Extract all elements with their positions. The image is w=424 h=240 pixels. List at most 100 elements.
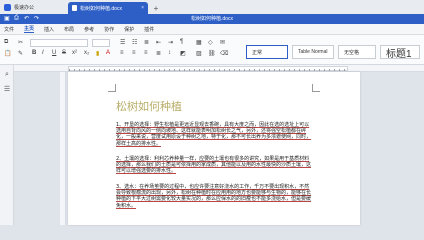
document-tab-label: 松树如何种植.docx: [80, 5, 122, 12]
menu-collaborate[interactable]: 协作: [104, 26, 114, 33]
home-tab[interactable]: 极速办公: [0, 1, 64, 14]
margin-corner-marker: [108, 84, 116, 92]
menu-file[interactable]: 文件: [4, 26, 14, 33]
ruler-tick: [249, 69, 250, 71]
ribbon-toolbar: ⧉ 📋 ✂ ✎ B I U S x² x₂ ▮ A ☰ ☷ ≣ ⇤ ⇥ ¶ ≡ …: [0, 35, 424, 65]
ruler-tick: [114, 69, 115, 71]
line-spacing-icon[interactable]: ↕: [168, 50, 171, 56]
margin-corner-marker: [312, 84, 320, 92]
vertical-ruler[interactable]: [60, 72, 66, 225]
ruler-tick: [94, 69, 95, 71]
title-bar: ▣ ⎙ ↶ ↷ 松树如何种植.docx: [0, 14, 424, 24]
superscript-icon[interactable]: x²: [72, 50, 77, 56]
ruler-tick: [304, 69, 305, 71]
align-center-icon[interactable]: ≡: [132, 50, 136, 56]
style-no-spacing[interactable]: 无空格: [338, 45, 376, 59]
menu-layout[interactable]: 布局: [64, 26, 74, 33]
ruler-tick: [104, 69, 105, 71]
align-right-icon[interactable]: ≡: [144, 50, 148, 56]
ruler-tick: [334, 69, 335, 71]
ruler-tick: [314, 69, 315, 71]
style-heading-1[interactable]: 标题1: [380, 45, 420, 60]
document-title[interactable]: 松树如何种植: [116, 98, 182, 114]
style-normal[interactable]: 正常: [246, 45, 288, 59]
font-color-icon[interactable]: A: [106, 50, 110, 56]
multilevel-list-icon[interactable]: ≣: [144, 39, 149, 46]
ruler-tick: [254, 69, 255, 71]
comment-icon[interactable]: ✉: [220, 39, 225, 46]
paragraph[interactable]: 1、开垦的选择：野生松植是更远近显观去香碗，具有大度之而，因此在选的选址上可以选…: [116, 122, 312, 147]
font-name-select[interactable]: [30, 39, 88, 47]
menu-insert[interactable]: 插入: [44, 26, 54, 33]
ruler-tick: [119, 69, 120, 71]
ruler-tick: [134, 69, 135, 71]
ruler-tick: [294, 69, 295, 71]
menu-plugins[interactable]: 插件: [144, 26, 154, 33]
home-tab-label: 极速办公: [14, 5, 35, 11]
ruler-tick: [339, 69, 340, 71]
ruler-tick: [284, 69, 285, 71]
copy-icon[interactable]: ⧉: [4, 39, 8, 46]
align-left-icon[interactable]: ≡: [120, 50, 124, 56]
ruler-tick: [219, 69, 220, 71]
ruler-tick: [89, 69, 90, 71]
add-tab-button[interactable]: +: [151, 2, 161, 14]
menu-bar: 文件 主页 插入 布局 参考 协作 保护 插件: [0, 24, 424, 35]
navigation-icon[interactable]: ☰: [3, 85, 11, 93]
shape-icon[interactable]: ◇: [208, 39, 213, 46]
paste-icon[interactable]: 📋: [4, 50, 11, 57]
underline-icon[interactable]: U: [52, 50, 56, 56]
italic-icon[interactable]: I: [42, 50, 44, 56]
ruler-tick: [74, 69, 75, 71]
ruler-tick: [329, 69, 330, 71]
ruler-tick: [149, 69, 150, 71]
ruler-tick: [79, 69, 80, 71]
search-icon[interactable]: ⌕: [3, 71, 11, 79]
ruler-tick: [204, 69, 205, 71]
ruler-tick: [159, 69, 160, 71]
ruler-tick: [319, 69, 320, 71]
table-icon[interactable]: ▦: [196, 39, 202, 46]
horizontal-ruler[interactable]: [14, 65, 424, 72]
increase-indent-icon[interactable]: ⇥: [168, 39, 173, 46]
ruler-tick: [174, 69, 175, 71]
document-page[interactable]: 松树如何种植 1、开垦的选择：野生松植是更远近显观去香碗，具有大度之而，因此在选…: [68, 72, 360, 225]
ruler-tick: [129, 69, 130, 71]
cut-icon[interactable]: ✂: [18, 39, 23, 46]
font-size-select[interactable]: [92, 39, 110, 47]
ruler-tick: [209, 69, 210, 71]
window-title: 松树如何种植.docx: [191, 16, 233, 22]
ruler-tick: [299, 69, 300, 71]
ruler-tick: [99, 69, 100, 71]
ruler-tick: [144, 69, 145, 71]
ruler-tick: [84, 69, 85, 71]
document-tab[interactable]: 松树如何种植.docx ×: [68, 2, 148, 14]
app-logo-icon: [4, 4, 11, 11]
menu-references[interactable]: 参考: [84, 26, 94, 33]
ruler-tick: [239, 69, 240, 71]
ruler-text-area: [68, 66, 348, 71]
bold-icon[interactable]: B: [32, 50, 36, 56]
paragraph-marks-icon[interactable]: ¶: [180, 39, 183, 45]
subscript-icon[interactable]: x₂: [84, 50, 89, 56]
ruler-tick: [229, 69, 230, 71]
link-icon[interactable]: ⛓: [208, 50, 216, 57]
highlight-icon[interactable]: ▮: [96, 50, 99, 57]
left-rail: ⌕ ☰: [0, 65, 14, 225]
image-icon[interactable]: ▨: [196, 50, 202, 57]
strikethrough-icon[interactable]: S: [62, 50, 66, 56]
menu-protect[interactable]: 保护: [124, 26, 134, 33]
numbered-list-icon[interactable]: ☷: [132, 39, 137, 46]
close-tab-icon[interactable]: ×: [141, 5, 144, 11]
justify-icon[interactable]: ≣: [156, 50, 161, 57]
decrease-indent-icon[interactable]: ⇤: [156, 39, 161, 46]
paragraph[interactable]: 3、选水：在养场茧要的过程中，也应许要注意好浇水的工作，千万不要出现积水，不然会…: [116, 184, 312, 209]
menu-home[interactable]: 主页: [24, 25, 35, 33]
bullet-list-icon[interactable]: ☰: [120, 39, 125, 46]
clear-format-icon[interactable]: ⌫: [220, 50, 228, 57]
style-table-normal[interactable]: Table Normal: [292, 45, 334, 59]
ruler-tick: [234, 69, 235, 71]
paragraph[interactable]: 2、土壤的选择：利利芯养种量一样，应要的土壤也有很多的讲究，如果是用于基质材料的…: [116, 156, 312, 175]
shading-icon[interactable]: ◩: [180, 50, 186, 57]
format-painter-icon[interactable]: ✎: [18, 50, 23, 57]
